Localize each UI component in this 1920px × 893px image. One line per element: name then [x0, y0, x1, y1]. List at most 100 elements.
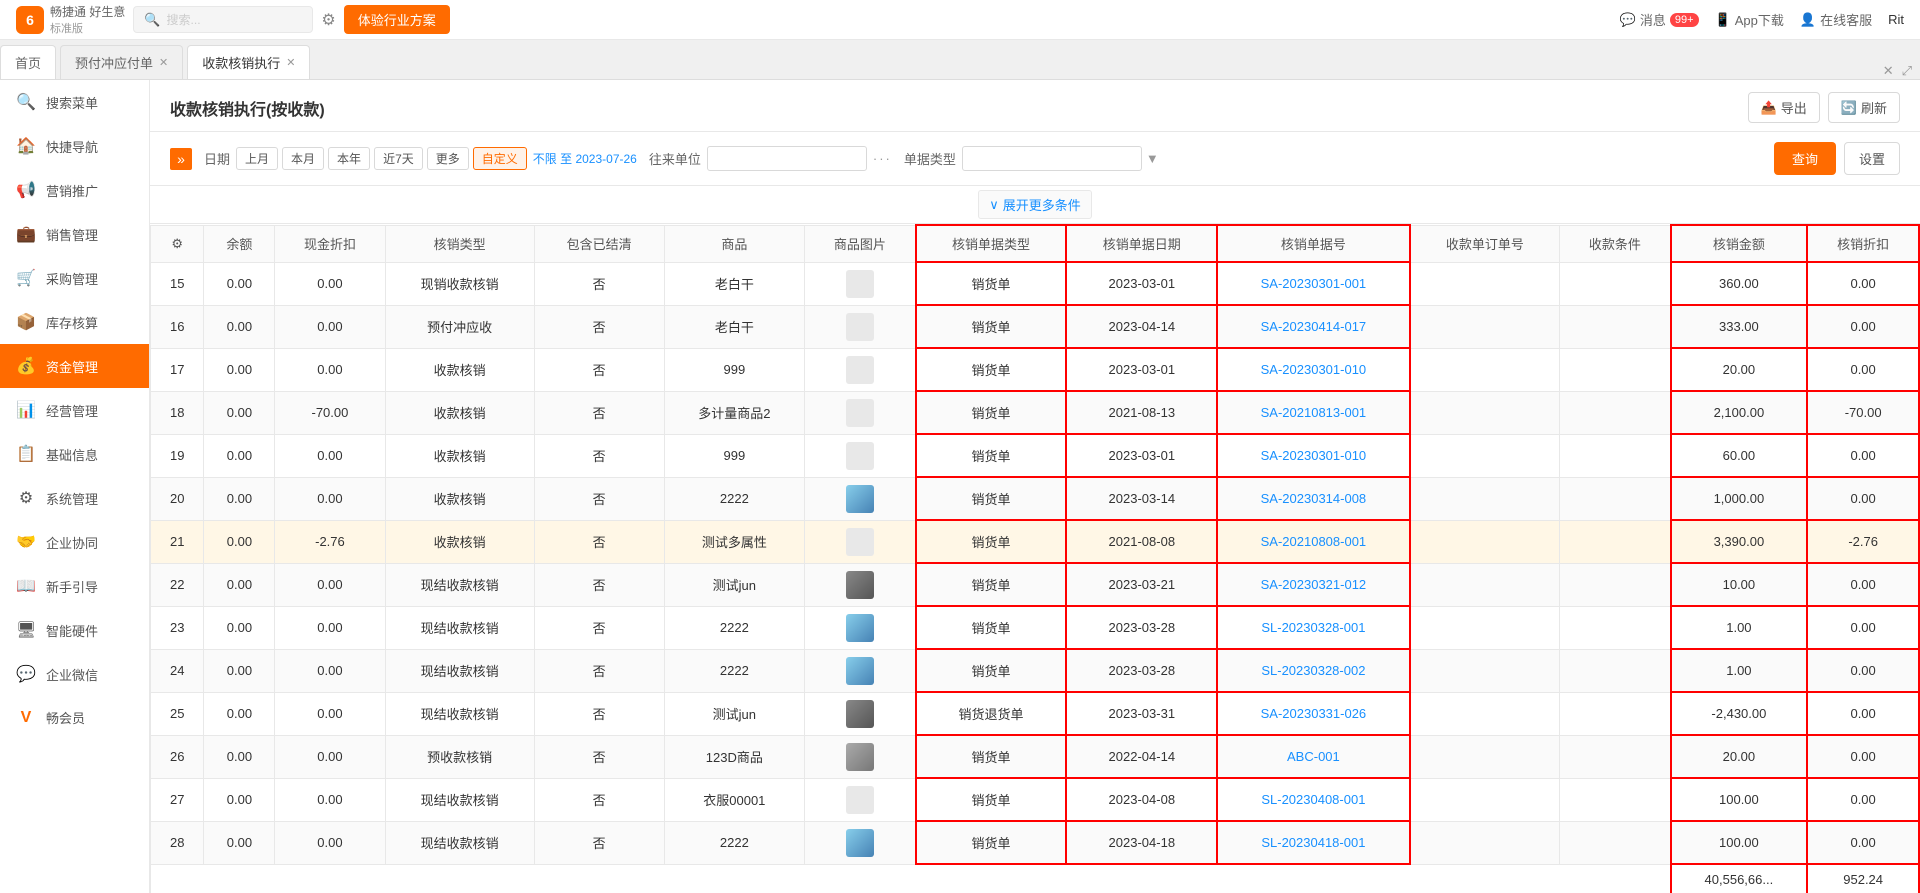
cell-cash-discount: 0.00 [275, 735, 385, 778]
bill-no-link[interactable]: SA-20230301-001 [1261, 276, 1367, 291]
cell-bill-no[interactable]: SA-20230301-010 [1217, 434, 1409, 477]
cell-bill-type: 销货单 [916, 305, 1067, 348]
sidebar-item-finance[interactable]: 💰 资金管理 [0, 344, 149, 388]
dropdown-icon: ▼ [1146, 151, 1159, 166]
cell-product-image [805, 477, 916, 520]
settings-icon[interactable]: ⚙ [321, 10, 335, 30]
app-download[interactable]: 📱 App下载 [1715, 10, 1784, 29]
sidebar-item-search[interactable]: 🔍 搜索菜单 [0, 80, 149, 124]
cell-bill-no[interactable]: ABC-001 [1217, 735, 1409, 778]
cell-bill-date: 2023-03-01 [1066, 262, 1217, 305]
cell-bill-no[interactable]: SA-20230301-001 [1217, 262, 1409, 305]
cell-bill-type: 销货单 [916, 563, 1067, 606]
settings-button[interactable]: 设置 [1844, 142, 1900, 175]
cell-receipt-condition [1560, 348, 1671, 391]
cell-bill-no[interactable]: SA-20230414-017 [1217, 305, 1409, 348]
user-name[interactable]: Rit [1888, 12, 1904, 27]
sidebar-item-inventory[interactable]: 📦 库存核算 [0, 300, 149, 344]
tab-receipts-close[interactable]: ✕ [286, 56, 295, 69]
export-button[interactable]: 📤 导出 [1748, 92, 1820, 123]
bill-no-link[interactable]: SA-20210813-001 [1261, 405, 1367, 420]
bill-no-link[interactable]: SA-20230414-017 [1261, 319, 1367, 334]
sidebar-item-enterprise[interactable]: 🤝 企业协同 [0, 520, 149, 564]
table-row: 270.000.00现结收款核销否衣服00001销货单2023-04-08SL-… [151, 778, 1920, 821]
cell-bill-no[interactable]: SL-20230408-001 [1217, 778, 1409, 821]
tab-home[interactable]: 首页 [0, 45, 56, 79]
bill-no-link[interactable]: SL-20230328-001 [1261, 620, 1365, 635]
query-button[interactable]: 查询 [1774, 142, 1836, 175]
bill-no-link[interactable]: SA-20230331-026 [1261, 706, 1367, 721]
date-btn-custom[interactable]: 自定义 [473, 147, 527, 170]
solution-button[interactable]: 体验行业方案 [344, 5, 450, 34]
bill-no-link[interactable]: SA-20230321-012 [1261, 577, 1367, 592]
counterparty-input[interactable] [707, 146, 867, 171]
cell-cash-discount: 0.00 [275, 477, 385, 520]
sidebar-item-operations[interactable]: 📊 经营管理 [0, 388, 149, 432]
sidebar-item-purchase[interactable]: 🛒 采购管理 [0, 256, 149, 300]
cell-bill-date: 2023-04-08 [1066, 778, 1217, 821]
bill-no-link[interactable]: SA-20230301-010 [1261, 362, 1367, 377]
cell-bill-no[interactable]: SA-20210808-001 [1217, 520, 1409, 563]
bill-no-link[interactable]: SA-20230314-008 [1261, 491, 1367, 506]
cell-bill-no[interactable]: SA-20230301-010 [1217, 348, 1409, 391]
top-search[interactable]: 🔍 搜索... [133, 6, 313, 33]
date-btn-this-year[interactable]: 本年 [328, 147, 370, 170]
refresh-button[interactable]: 🔄 刷新 [1828, 92, 1900, 123]
sidebar-item-marketing[interactable]: 📢 营销推广 [0, 168, 149, 212]
bill-type-input[interactable] [962, 146, 1142, 171]
bill-no-link[interactable]: SA-20230301-010 [1261, 448, 1367, 463]
cell-bill-no[interactable]: SA-20210813-001 [1217, 391, 1409, 434]
cell-balance: 0.00 [204, 477, 275, 520]
date-btn-more[interactable]: 更多 [427, 147, 469, 170]
bill-no-link[interactable]: SL-20230328-002 [1261, 663, 1365, 678]
cell-balance: 0.00 [204, 821, 275, 864]
cell-bill-no[interactable]: SA-20230314-008 [1217, 477, 1409, 520]
sidebar-item-sales-label: 销售管理 [46, 225, 98, 244]
sidebar-item-sales[interactable]: 💼 销售管理 [0, 212, 149, 256]
date-btn-7days[interactable]: 近7天 [374, 147, 423, 170]
cell-bill-no[interactable]: SL-20230328-002 [1217, 649, 1409, 692]
sidebar-item-nav[interactable]: 🏠 快捷导航 [0, 124, 149, 168]
bill-no-link[interactable]: SA-20210808-001 [1261, 534, 1367, 549]
bill-no-link[interactable]: SL-20230408-001 [1261, 792, 1365, 807]
bill-no-link[interactable]: ABC-001 [1287, 749, 1340, 764]
service-icon: 👤 [1800, 12, 1816, 28]
cell-write-off-discount: 0.00 [1807, 649, 1919, 692]
sidebar-item-member[interactable]: V 畅会员 [0, 696, 149, 739]
cell-receipt-order-no [1410, 477, 1560, 520]
cell-bill-no[interactable]: SL-20230328-001 [1217, 606, 1409, 649]
filter-expand-button[interactable]: » [170, 148, 192, 170]
product-image [846, 614, 874, 642]
cell-bill-no[interactable]: SA-20230321-012 [1217, 563, 1409, 606]
cell-bill-no[interactable]: SA-20230331-026 [1217, 692, 1409, 735]
date-btn-last-month[interactable]: 上月 [236, 147, 278, 170]
tab-receipts[interactable]: 收款核销执行 ✕ [187, 45, 310, 79]
close-all-icon[interactable]: ✕ [1883, 63, 1894, 79]
sidebar-item-wechat[interactable]: 💬 企业微信 [0, 652, 149, 696]
cell-index: 16 [151, 305, 204, 348]
sidebar-item-basic[interactable]: 📋 基础信息 [0, 432, 149, 476]
cell-bill-no[interactable]: SL-20230418-001 [1217, 821, 1409, 864]
date-btn-this-month[interactable]: 本月 [282, 147, 324, 170]
bill-no-link[interactable]: SL-20230418-001 [1261, 835, 1365, 850]
expand-more-button[interactable]: ∨ 展开更多条件 [978, 190, 1092, 219]
message-area[interactable]: 💬 消息 99+ [1620, 10, 1699, 29]
date-buttons: 上月 本月 本年 近7天 更多 自定义 [236, 147, 527, 170]
search-icon: 🔍 [16, 92, 36, 112]
search-icon: 🔍 [144, 12, 160, 28]
product-image [846, 356, 874, 384]
col-header-bill-type: 核销单据类型 [916, 225, 1067, 262]
cell-write-off-amount: 3,390.00 [1671, 520, 1808, 563]
cell-receipt-condition [1560, 520, 1671, 563]
product-image [846, 528, 874, 556]
sidebar-item-system[interactable]: ⚙ 系统管理 [0, 476, 149, 520]
sidebar-item-guide[interactable]: 📖 新手引导 [0, 564, 149, 608]
cell-receipt-condition [1560, 821, 1671, 864]
tab-prepay-close[interactable]: ✕ [159, 56, 168, 69]
cell-cash-discount: 0.00 [275, 606, 385, 649]
tab-prepay[interactable]: 预付冲应付单 ✕ [60, 45, 183, 79]
sidebar-item-hardware[interactable]: 🖥 智能硬件 [0, 608, 149, 652]
online-service[interactable]: 👤 在线客服 [1800, 10, 1872, 29]
maximize-icon[interactable]: ⤢ [1902, 63, 1912, 79]
table-container[interactable]: ⚙ 余额 现金折扣 核销类型 包含已结清 商品 商品图片 核销单据类型 核销单据… [150, 224, 1920, 893]
